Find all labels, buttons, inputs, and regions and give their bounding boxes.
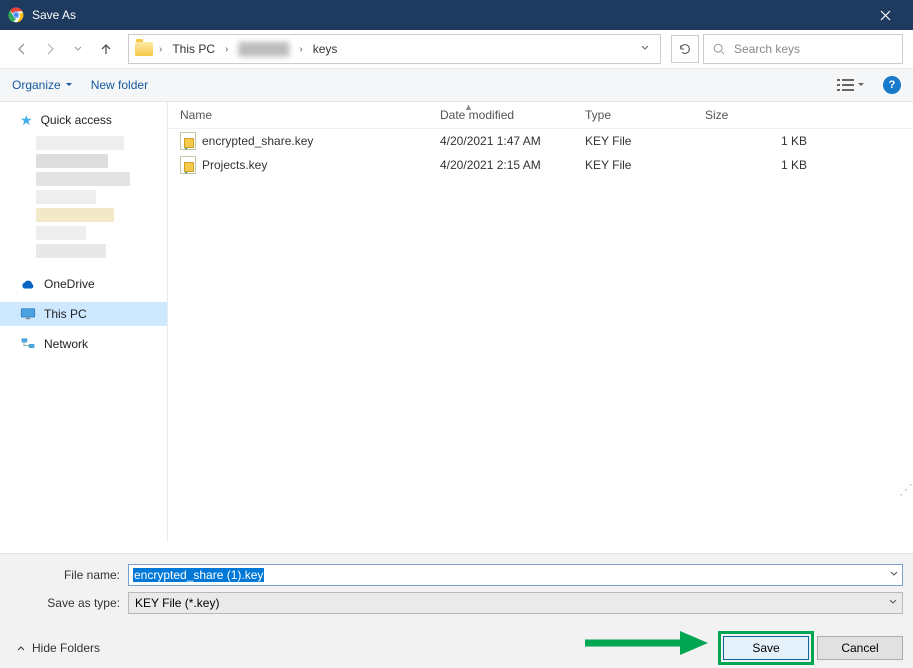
file-name: encrypted_share.key — [202, 134, 313, 148]
search-input[interactable] — [734, 42, 894, 56]
chevron-up-icon — [16, 643, 26, 653]
chevron-down-icon — [857, 81, 865, 89]
search-icon — [712, 42, 726, 56]
resize-grip-icon: ⋰ — [899, 481, 911, 498]
organize-label: Organize — [12, 78, 61, 92]
main-area: ★ Quick access OneDrive This PC Network — [0, 102, 913, 542]
address-expand[interactable] — [636, 42, 654, 56]
sidebar-network[interactable]: Network — [0, 332, 167, 356]
sidebar-quick-access[interactable]: ★ Quick access — [0, 108, 167, 132]
sidebar-label: OneDrive — [44, 277, 95, 291]
filename-input[interactable]: encrypted_share (1).key — [128, 564, 903, 586]
col-size[interactable]: Size — [705, 108, 825, 122]
file-size: 1 KB — [705, 134, 825, 148]
file-row[interactable]: Projects.key 4/20/2021 2:15 AM KEY File … — [168, 153, 913, 177]
col-name[interactable]: Name — [180, 108, 440, 122]
save-label: Save — [752, 641, 779, 655]
column-headers: Name Date modified Type Size — [168, 102, 913, 129]
breadcrumb-keys[interactable]: keys — [309, 40, 342, 58]
filename-label: File name: — [10, 568, 128, 582]
file-type: KEY File — [585, 158, 705, 172]
breadcrumb-hidden[interactable]: ██████ — [234, 40, 293, 58]
cancel-label: Cancel — [841, 641, 878, 655]
filename-value: encrypted_share (1).key — [133, 568, 264, 582]
sort-indicator-icon: ▲ — [464, 102, 473, 112]
close-button[interactable] — [865, 0, 905, 30]
star-icon: ★ — [20, 112, 33, 129]
forward-button[interactable] — [38, 37, 62, 61]
type-select[interactable]: KEY File (*.key) — [128, 592, 903, 614]
type-label: Save as type: — [10, 596, 128, 610]
chevron-right-icon: › — [299, 44, 302, 55]
titlebar: Save As — [0, 0, 913, 30]
sidebar-pinned-blurred — [0, 136, 167, 258]
toolbar: Organize New folder ? — [0, 68, 913, 102]
chrome-icon — [8, 7, 24, 23]
recent-dropdown[interactable] — [66, 37, 90, 61]
organize-menu[interactable]: Organize — [12, 78, 73, 92]
sidebar-onedrive[interactable]: OneDrive — [0, 272, 167, 296]
chevron-down-icon — [65, 81, 73, 89]
back-button[interactable] — [10, 37, 34, 61]
col-type[interactable]: Type — [585, 108, 705, 122]
refresh-button[interactable] — [671, 35, 699, 63]
file-size: 1 KB — [705, 158, 825, 172]
file-type: KEY File — [585, 134, 705, 148]
view-options[interactable] — [837, 78, 865, 92]
filename-dropdown[interactable] — [889, 568, 899, 582]
cloud-icon — [20, 279, 36, 290]
search-box[interactable] — [703, 34, 903, 64]
chevron-down-icon — [888, 596, 898, 610]
col-modified[interactable]: Date modified — [440, 108, 585, 122]
key-file-icon — [180, 156, 196, 174]
breadcrumb-thispc[interactable]: This PC — [168, 40, 219, 58]
file-name: Projects.key — [202, 158, 267, 172]
nav-row: › This PC › ██████ › keys — [0, 30, 913, 68]
file-modified: 4/20/2021 1:47 AM — [440, 134, 585, 148]
sidebar-label: Network — [44, 337, 88, 351]
new-folder-button[interactable]: New folder — [91, 78, 148, 92]
key-file-icon — [180, 132, 196, 150]
up-button[interactable] — [94, 37, 118, 61]
file-list: ▲ Name Date modified Type Size encrypted… — [168, 102, 913, 542]
save-form: File name: encrypted_share (1).key Save … — [0, 553, 913, 668]
chevron-right-icon: › — [159, 44, 162, 55]
window-title: Save As — [32, 8, 865, 22]
newfolder-label: New folder — [91, 78, 148, 92]
network-icon — [20, 337, 36, 351]
sidebar: ★ Quick access OneDrive This PC Network — [0, 102, 168, 542]
chevron-right-icon: › — [225, 44, 228, 55]
save-button[interactable]: Save — [723, 636, 809, 660]
type-value: KEY File (*.key) — [135, 596, 219, 610]
folder-icon — [135, 42, 153, 56]
file-modified: 4/20/2021 2:15 AM — [440, 158, 585, 172]
file-row[interactable]: encrypted_share.key 4/20/2021 1:47 AM KE… — [168, 129, 913, 153]
sidebar-label: Quick access — [41, 113, 112, 127]
pc-icon — [20, 308, 36, 320]
sidebar-this-pc[interactable]: This PC — [0, 302, 167, 326]
help-button[interactable]: ? — [883, 76, 901, 94]
sidebar-label: This PC — [44, 307, 87, 321]
details-view-icon — [837, 78, 855, 92]
hide-folders-label: Hide Folders — [32, 641, 100, 655]
address-bar[interactable]: › This PC › ██████ › keys — [128, 34, 661, 64]
cancel-button[interactable]: Cancel — [817, 636, 903, 660]
hide-folders-toggle[interactable]: Hide Folders — [10, 641, 100, 655]
